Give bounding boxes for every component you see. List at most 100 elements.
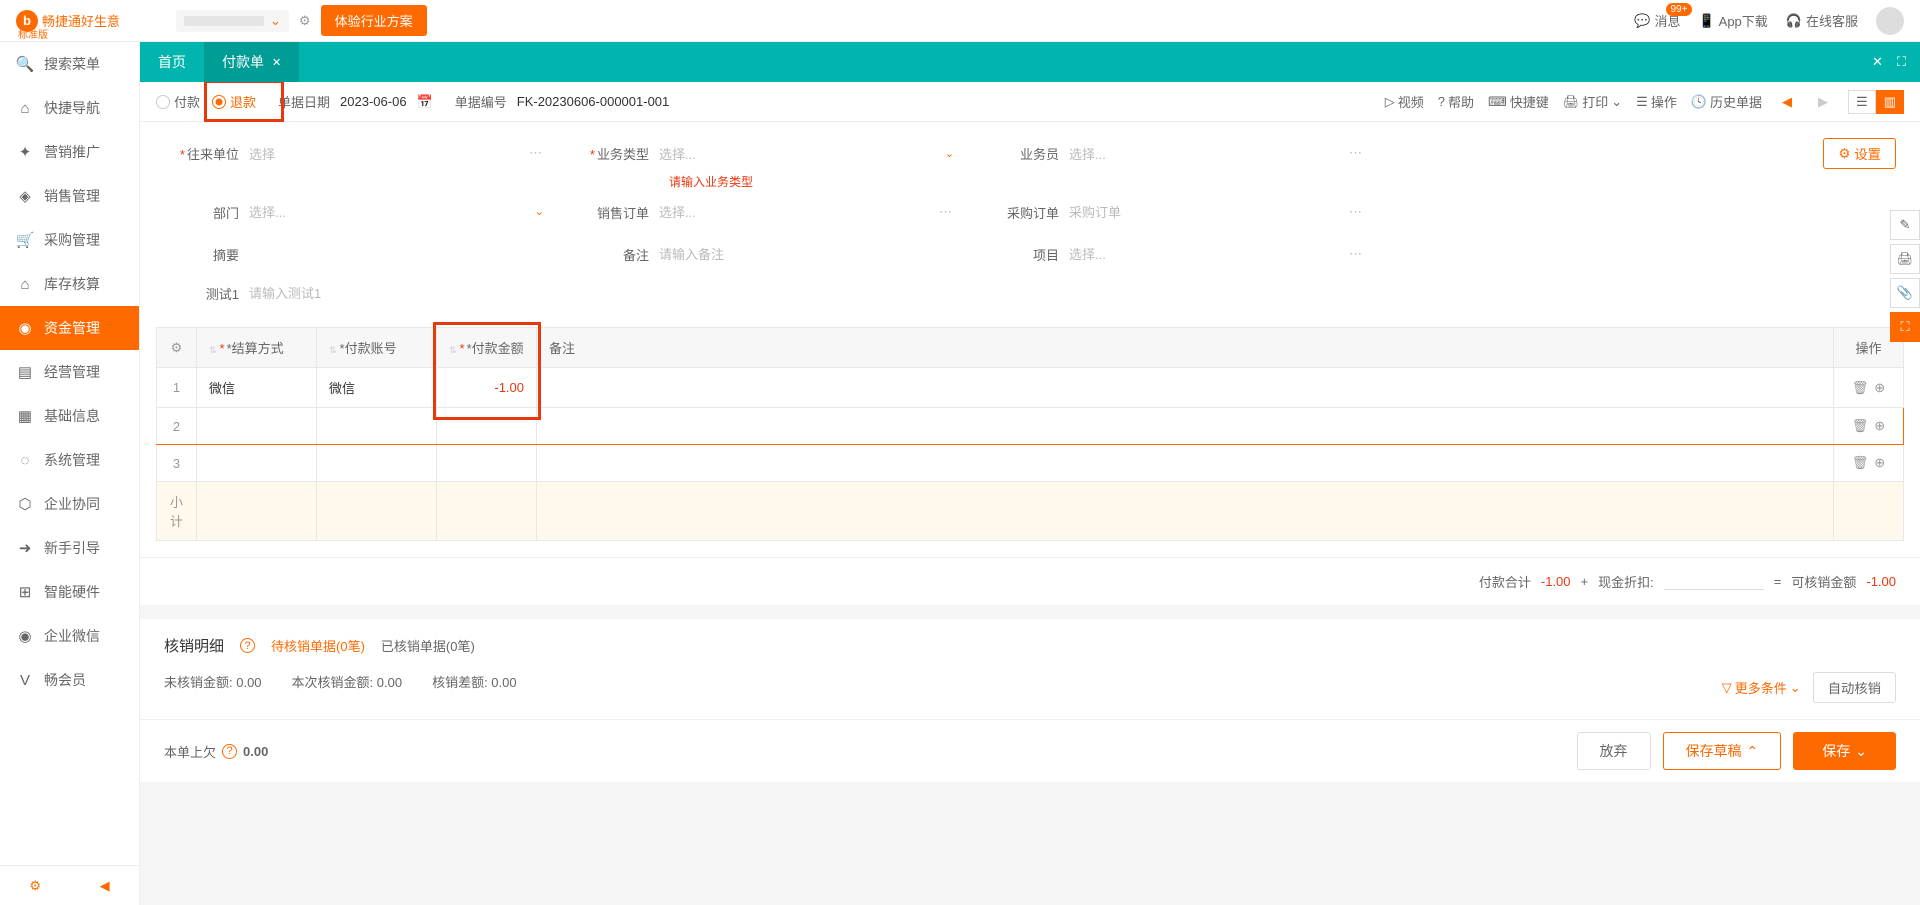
close-tab-icon[interactable]: ✕ bbox=[1868, 50, 1887, 74]
sidebar-icon: ▤ bbox=[16, 363, 34, 381]
sidebar-item-1[interactable]: ⌂快捷导航 bbox=[0, 86, 139, 130]
writeoff-diff: 核销差额: 0.00 bbox=[432, 672, 517, 703]
support-link[interactable]: 🎧 在线客服 bbox=[1786, 11, 1858, 30]
sidebar-item-10[interactable]: ⬡企业协同 bbox=[0, 482, 139, 526]
date-label: 单据日期 bbox=[278, 92, 330, 111]
video-link[interactable]: ▷ 视频 bbox=[1385, 92, 1424, 111]
radio-refund[interactable]: 退款 bbox=[212, 92, 256, 111]
expand-icon[interactable]: ⛶ bbox=[1893, 50, 1910, 74]
discount-input[interactable] bbox=[1664, 574, 1764, 590]
delete-icon[interactable]: 🗑 bbox=[1852, 380, 1869, 395]
sidebar-icon: ⬡ bbox=[16, 495, 34, 513]
try-solution-button[interactable]: 体验行业方案 bbox=[321, 5, 427, 36]
sidebar-item-8[interactable]: ▦基础信息 bbox=[0, 394, 139, 438]
biz-error: 请输入业务类型 bbox=[669, 173, 753, 190]
unit-select[interactable]: 选择⋯ bbox=[249, 140, 544, 168]
biztype-select[interactable]: 选择...⌄ bbox=[659, 140, 954, 168]
collapse-icon[interactable]: ◀ bbox=[100, 878, 110, 894]
add-icon[interactable]: ⊕ bbox=[1874, 380, 1885, 395]
unwriteoff-amt: 未核销金额: 0.00 bbox=[164, 672, 262, 703]
messages-link[interactable]: 💬 消息 99+ bbox=[1634, 11, 1680, 30]
float-note-icon[interactable]: ✎ bbox=[1890, 210, 1920, 240]
gear-col-icon[interactable]: ⚙ bbox=[157, 328, 197, 368]
sidebar-item-2[interactable]: ✦营销推广 bbox=[0, 130, 139, 174]
radio-payment[interactable]: 付款 bbox=[156, 92, 200, 111]
sidebar-icon: ⌂ bbox=[16, 275, 34, 293]
settings-button[interactable]: ⚙ 设置 bbox=[1823, 138, 1896, 169]
sidebar-item-5[interactable]: ⌂库存核算 bbox=[0, 262, 139, 306]
sidebar-item-6[interactable]: ◉资金管理 bbox=[0, 306, 139, 350]
dept-select[interactable]: 选择...⌄ bbox=[249, 198, 544, 226]
shortcut-link[interactable]: ⌨ 快捷键 bbox=[1488, 92, 1549, 111]
operate-link[interactable]: ☰ 操作 bbox=[1636, 92, 1677, 111]
next-arrow-icon[interactable]: ▶ bbox=[1812, 92, 1834, 112]
project-select[interactable]: 选择...⋯ bbox=[1069, 240, 1364, 268]
version-label: 标准版 bbox=[18, 26, 48, 41]
view-card-icon[interactable]: ▥ bbox=[1876, 90, 1904, 114]
date-value[interactable]: 2023-06-06 bbox=[340, 94, 407, 109]
remark-input[interactable] bbox=[659, 243, 954, 266]
sidebar-item-12[interactable]: ⊞智能硬件 bbox=[0, 570, 139, 614]
test1-input[interactable] bbox=[249, 282, 544, 305]
sidebar-item-0[interactable]: 🔍搜索菜单 bbox=[0, 42, 139, 86]
writeoff-value: -1.00 bbox=[1866, 574, 1896, 589]
tab-done[interactable]: 已核销单据(0笔) bbox=[381, 636, 475, 655]
this-writeoff-amt: 本次核销金额: 0.00 bbox=[292, 672, 403, 703]
table-row[interactable]: 1微信微信-1.00🗑⊕ bbox=[157, 368, 1904, 408]
tab-pending[interactable]: 待核销单据(0笔) bbox=[271, 636, 365, 655]
tab-1[interactable]: 付款单✕ bbox=[204, 42, 299, 82]
sidebar-icon: ◉ bbox=[16, 627, 34, 645]
help-icon-owe[interactable]: ? bbox=[222, 744, 237, 759]
abandon-button[interactable]: 放弃 bbox=[1577, 732, 1651, 770]
help-link[interactable]: ? 帮助 bbox=[1438, 92, 1474, 111]
table-row[interactable]: 2🗑⊕ bbox=[157, 408, 1904, 445]
sale-order-select[interactable]: 选择...⋯ bbox=[659, 198, 954, 226]
settings-icon[interactable]: ⚙ bbox=[29, 878, 41, 894]
sidebar-item-11[interactable]: ➜新手引导 bbox=[0, 526, 139, 570]
add-icon[interactable]: ⊕ bbox=[1874, 418, 1885, 433]
print-link[interactable]: 🖨 打印 ⌄ bbox=[1563, 92, 1622, 111]
owe-value: 0.00 bbox=[243, 744, 268, 759]
sidebar-icon: ▦ bbox=[16, 407, 34, 425]
sidebar-icon: ⌂ bbox=[16, 99, 34, 117]
summary-input[interactable] bbox=[249, 243, 544, 266]
gear-icon[interactable]: ⚙ bbox=[289, 13, 321, 29]
more-filter-link[interactable]: ▽ 更多条件 ⌄ bbox=[1722, 678, 1801, 697]
history-link[interactable]: 🕓 历史单据 bbox=[1691, 92, 1762, 111]
float-expand-icon[interactable]: ⛶ bbox=[1890, 312, 1920, 342]
sidebar-icon: ➜ bbox=[16, 539, 34, 557]
avatar[interactable] bbox=[1876, 7, 1904, 35]
tab-0[interactable]: 首页 bbox=[140, 42, 204, 82]
phone-icon: 📱 bbox=[1698, 13, 1714, 29]
float-print-icon[interactable]: 🖨 bbox=[1890, 244, 1920, 274]
docno-label: 单据编号 bbox=[455, 92, 507, 111]
sidebar-item-4[interactable]: 🛒采购管理 bbox=[0, 218, 139, 262]
sidebar-item-7[interactable]: ▤经营管理 bbox=[0, 350, 139, 394]
clerk-select[interactable]: 选择...⋯ bbox=[1069, 140, 1364, 168]
chevron-down-icon: ⌄ bbox=[270, 13, 281, 29]
app-download-link[interactable]: 📱 App下载 bbox=[1698, 11, 1767, 30]
sidebar: 🔍搜索菜单⌂快捷导航✦营销推广◈销售管理🛒采购管理⌂库存核算◉资金管理▤经营管理… bbox=[0, 42, 140, 905]
sidebar-icon: ◉ bbox=[16, 319, 34, 337]
view-list-icon[interactable]: ☰ bbox=[1848, 90, 1876, 114]
sidebar-item-13[interactable]: ◉企业微信 bbox=[0, 614, 139, 658]
org-selector[interactable]: ⌄ bbox=[176, 10, 289, 32]
help-icon[interactable]: ? bbox=[240, 638, 255, 653]
delete-icon[interactable]: 🗑 bbox=[1852, 455, 1869, 470]
delete-icon[interactable]: 🗑 bbox=[1852, 418, 1869, 433]
sidebar-item-9[interactable]: ◌系统管理 bbox=[0, 438, 139, 482]
table-row[interactable]: 3🗑⊕ bbox=[157, 445, 1904, 482]
calendar-icon[interactable]: 📅 bbox=[417, 94, 433, 110]
prev-arrow-icon[interactable]: ◀ bbox=[1776, 92, 1798, 112]
save-button[interactable]: 保存 ⌄ bbox=[1793, 732, 1896, 770]
chevron-down-icon: ⌄ bbox=[1855, 743, 1867, 760]
close-icon[interactable]: ✕ bbox=[272, 56, 281, 69]
add-icon[interactable]: ⊕ bbox=[1874, 455, 1885, 470]
save-draft-button[interactable]: 保存草稿 ⌃ bbox=[1663, 732, 1782, 770]
auto-writeoff-button[interactable]: 自动核销 bbox=[1813, 672, 1896, 703]
sidebar-item-14[interactable]: V畅会员 bbox=[0, 658, 139, 702]
sidebar-icon: 🛒 bbox=[16, 231, 34, 249]
buy-order-select[interactable]: 采购订单⋯ bbox=[1069, 198, 1364, 226]
float-attach-icon[interactable]: 📎 bbox=[1890, 278, 1920, 308]
sidebar-item-3[interactable]: ◈销售管理 bbox=[0, 174, 139, 218]
